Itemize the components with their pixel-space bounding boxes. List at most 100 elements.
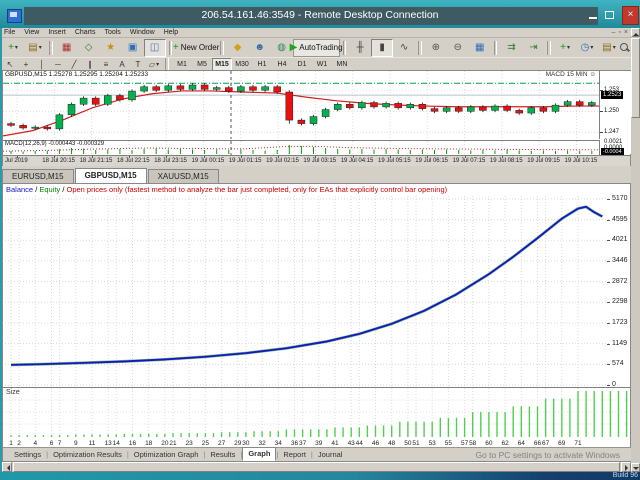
dropdown-arrow-icon: ▾ <box>156 62 160 68</box>
child-restore-icon[interactable]: ▫ <box>618 28 620 37</box>
line-chart-button[interactable]: ∿ <box>393 39 415 57</box>
price-tick-mark <box>600 111 603 113</box>
symbol-ohlc-label: GBPUSD,M15 1.25278 1.25295 1.25204 1.252… <box>5 71 149 78</box>
size-pane-label: Size <box>6 389 20 396</box>
tile-windows-button[interactable]: ▦ <box>469 39 491 57</box>
child-minimize-icon[interactable]: – <box>612 28 616 37</box>
metaeditor-button[interactable]: ◆ <box>227 39 249 57</box>
navigator-button[interactable]: ★ <box>100 39 122 57</box>
tester-tab-optimization-graph[interactable]: Optimization Graph <box>129 449 204 461</box>
tester-tab-report[interactable]: Report <box>278 449 311 461</box>
time-tick-label: 19 Jul 05:15 <box>378 158 411 164</box>
vertical-scrollbar[interactable] <box>631 28 640 472</box>
remote-desktop-screen: 206.54.161.46:3549 - Remote Desktop Conn… <box>0 0 640 480</box>
autotrading-label: AutoTrading <box>299 43 343 52</box>
profiles-button[interactable]: ▤ ▾ <box>24 39 46 57</box>
zoom-in-button[interactable]: ⊕ <box>425 39 447 57</box>
candle-chart-pane[interactable]: GBPUSD,M15 1.25278 1.25295 1.25204 1.252… <box>2 71 600 139</box>
tester-tab-optimization-results[interactable]: Optimization Results <box>48 449 127 461</box>
macd-values-label: MACD(12,26,9) -0.000443 -0.000329 <box>5 141 105 147</box>
toolbar-separator <box>219 40 224 55</box>
time-tick-label: 19 Jul 06:15 <box>415 158 448 164</box>
time-tick-label: 18 Jul 22:15 <box>116 158 150 164</box>
menu-window[interactable]: Window <box>130 28 155 37</box>
menu-help[interactable]: Help <box>164 28 178 37</box>
value-tick-label: 0 <box>612 381 616 388</box>
menu-view[interactable]: View <box>24 28 39 37</box>
toolbar-separator <box>342 40 347 55</box>
zoom-out-icon: ⊖ <box>453 41 462 53</box>
market-watch-button[interactable]: ▦ <box>56 39 78 57</box>
chart-tab-eurusd[interactable]: EURUSD,M15 <box>2 169 74 183</box>
chart-shift-button[interactable]: ⇥ <box>522 39 544 57</box>
rdp-title-bar[interactable]: 206.54.161.46:3549 - Remote Desktop Conn… <box>0 0 640 28</box>
periods-button[interactable]: ◷ ▾ <box>576 39 598 57</box>
autotrading-button[interactable]: ▶ AutoTrading <box>290 38 343 57</box>
time-tick-label: 19 Jul 09:15 <box>527 158 560 164</box>
indicators-button[interactable]: + ▾ <box>554 39 576 57</box>
macd-indicator-pane[interactable]: MACD(12,26,9) -0.000443 -0.000329 <box>2 140 600 155</box>
zoom-out-button[interactable]: ⊖ <box>447 39 469 57</box>
new-order-button[interactable]: + New Order <box>173 39 220 57</box>
drawing-toolbar: ↖ + │ ─ ╱ ∥ ≡ A T ▱ ▾ M1 M5 M15 M30 H1 H4 D1 W1 MN <box>0 57 634 72</box>
menu-items: File View Insert Charts Tools Window Help <box>4 28 178 37</box>
templates-button[interactable]: ▤ ▾ <box>598 39 620 57</box>
menu-insert[interactable]: Insert <box>48 28 66 37</box>
vertical-scroll-thumb[interactable] <box>631 38 640 118</box>
data-window-button[interactable]: ◇ <box>78 39 100 57</box>
horizontal-scrollbar[interactable] <box>2 462 631 472</box>
strategy-tester-button[interactable]: ◫ <box>143 38 166 57</box>
chart-tab-xauusd[interactable]: XAUUSD,M15 <box>147 169 219 183</box>
close-button[interactable]: × <box>622 6 639 25</box>
auto-scroll-icon: ⇉ <box>507 41 516 53</box>
tester-tab-graph[interactable]: Graph <box>242 446 277 461</box>
time-axis[interactable]: Jul 2019 18 Jul 20:15 18 Jul 21:15 18 Jul 2… <box>3 155 630 166</box>
legend-equity: Equity <box>39 185 61 194</box>
trade-tick-label: 71 <box>574 440 582 447</box>
ea-smiley-icon[interactable]: ☺ <box>589 71 596 78</box>
minimize-button[interactable] <box>587 9 600 21</box>
new-chart-button[interactable]: + ▾ <box>2 39 24 57</box>
candlestick-icon: ▮ <box>379 41 385 53</box>
time-tick-label: 18 Jul 21:15 <box>79 158 113 164</box>
scroll-right-arrow[interactable] <box>621 462 631 472</box>
scroll-down-arrow[interactable] <box>631 463 640 472</box>
value-tick-mark <box>607 343 610 345</box>
value-tick-mark <box>607 322 610 324</box>
value-tick-label: 1723 <box>612 318 628 326</box>
maximize-button[interactable] <box>603 9 616 21</box>
menu-tools[interactable]: Tools <box>104 28 120 37</box>
tester-tab-journal[interactable]: Journal <box>313 449 348 461</box>
trade-tick-label: 60 <box>485 440 493 447</box>
child-close-icon[interactable]: × <box>624 28 628 37</box>
auto-scroll-button[interactable]: ⇉ <box>500 39 522 57</box>
search-icon[interactable] <box>620 42 630 53</box>
value-tick-label: 2872 <box>612 277 628 285</box>
candlestick-button[interactable]: ▮ <box>371 38 394 57</box>
trade-tick-label: 23 <box>185 440 193 447</box>
trade-tick-label: 51 <box>412 440 420 447</box>
desktop-background-strip: Build 96 <box>0 472 640 480</box>
terminal-button[interactable]: ▣ <box>122 39 144 57</box>
market-watch-icon: ▦ <box>61 41 72 53</box>
horizontal-scroll-thumb[interactable] <box>13 462 620 472</box>
standard-toolbar: + ▾ ▤ ▾ ▦ ◇ ★ ▣ ◫ + New Order ◆ ☻ ◍ ▶ AutoTrading ╫ ▮ ∿ ⊕ ⊖ ▦… <box>0 38 634 57</box>
value-tick-label: 574 <box>612 360 624 368</box>
trade-tick-label: 69 <box>558 440 566 447</box>
tester-tab-settings[interactable]: Settings <box>9 449 46 461</box>
experts-button[interactable]: ☻ <box>249 39 271 57</box>
bar-chart-button[interactable]: ╫ <box>349 39 371 57</box>
size-histogram[interactable] <box>3 388 630 439</box>
child-window-controls: – ▫ × <box>612 28 628 37</box>
windows-build-watermark: Build 96 <box>612 472 638 479</box>
scroll-up-arrow[interactable] <box>631 28 640 37</box>
chart-tab-gbpusd[interactable]: GBPUSD,M15 <box>74 168 147 183</box>
balance-graph[interactable] <box>5 196 611 387</box>
menu-charts[interactable]: Charts <box>75 28 96 37</box>
price-axis[interactable]: 1.2531.2501.2471.25230.00210.0000-0.0004 <box>600 71 631 156</box>
scroll-left-arrow[interactable] <box>2 462 12 472</box>
trade-tick-label: 46 <box>371 440 380 447</box>
tester-tab-results[interactable]: Results <box>205 449 240 461</box>
value-tick-mark <box>607 240 610 242</box>
menu-file[interactable]: File <box>4 28 15 37</box>
